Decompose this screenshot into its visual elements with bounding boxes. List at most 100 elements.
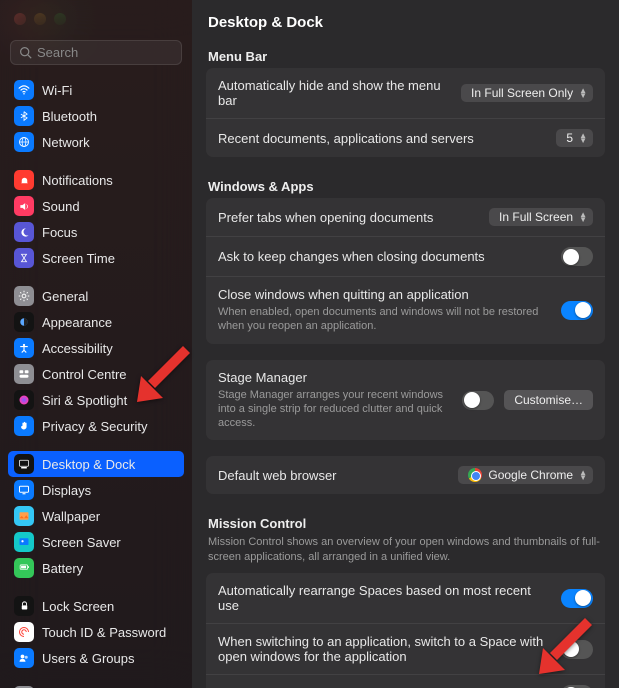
sidebar-item-privacy-security[interactable]: Privacy & Security: [8, 413, 184, 439]
mission-control-desc: Mission Control shows an overview of you…: [206, 535, 605, 573]
wallpaper-icon: [14, 506, 34, 526]
stage-manager-desc: Stage Manager arranges your recent windo…: [218, 388, 452, 431]
panel-mission-control: Automatically rearrange Spaces based on …: [206, 573, 605, 688]
chevron-updown-icon: ▲▼: [579, 212, 587, 222]
appearance-icon: [14, 312, 34, 332]
chevron-updown-icon: ▲▼: [579, 88, 587, 98]
sidebar-item-sound[interactable]: Sound: [8, 193, 184, 219]
sidebar-item-label: Control Centre: [42, 367, 127, 382]
auto-hide-menubar-popup[interactable]: In Full Screen Only ▲▼: [461, 84, 593, 102]
sidebar-item-label: Privacy & Security: [42, 419, 147, 434]
sidebar-item-label: Accessibility: [42, 341, 113, 356]
auto-rearrange-spaces-label: Automatically rearrange Spaces based on …: [218, 583, 551, 613]
sidebar-item-label: Bluetooth: [42, 109, 97, 124]
panel-windows-apps: Prefer tabs when opening documents In Fu…: [206, 198, 605, 344]
siri-icon: [14, 390, 34, 410]
sidebar-item-label: Wallpaper: [42, 509, 100, 524]
page-title: Desktop & Dock: [206, 0, 605, 43]
hand-icon: [14, 416, 34, 436]
close-windows-quit-label: Close windows when quitting an applicati…: [218, 287, 551, 302]
sidebar-item-label: Displays: [42, 483, 91, 498]
sidebar-item-label: Screen Time: [42, 251, 115, 266]
prefer-tabs-label: Prefer tabs when opening documents: [218, 210, 479, 225]
bt-icon: [14, 106, 34, 126]
sidebar-item-general[interactable]: General: [8, 283, 184, 309]
sidebar-item-notifications[interactable]: Notifications: [8, 167, 184, 193]
sidebar-item-label: Network: [42, 135, 90, 150]
sidebar-item-focus[interactable]: Focus: [8, 219, 184, 245]
sidebar-item-screen-time[interactable]: Screen Time: [8, 245, 184, 271]
section-windows-apps: Windows & Apps: [206, 173, 605, 198]
search-icon: [19, 46, 32, 59]
search-input[interactable]: Search: [10, 40, 182, 65]
sidebar-item-label: Screen Saver: [42, 535, 121, 550]
sidebar-item-screen-saver[interactable]: Screen Saver: [8, 529, 184, 555]
chevron-updown-icon: ▲▼: [579, 133, 587, 143]
content-pane: Desktop & Dock Menu Bar Automatically hi…: [192, 0, 619, 688]
access-icon: [14, 338, 34, 358]
sidebar-item-appearance[interactable]: Appearance: [8, 309, 184, 335]
section-menu-bar: Menu Bar: [206, 43, 605, 68]
wifi-icon: [14, 80, 34, 100]
stage-manager-label: Stage Manager: [218, 370, 452, 385]
sidebar-item-label: Notifications: [42, 173, 113, 188]
sidebar-item-label: Lock Screen: [42, 599, 114, 614]
sidebar-item-battery[interactable]: Battery: [8, 555, 184, 581]
sidebar-item-passwords[interactable]: Passwords: [8, 683, 184, 688]
search-placeholder: Search: [37, 45, 78, 60]
touch-icon: [14, 622, 34, 642]
recent-items-label: Recent documents, applications and serve…: [218, 131, 546, 146]
section-mission-control: Mission Control: [206, 510, 605, 535]
panel-default-browser: Default web browser Google Chrome ▲▼: [206, 456, 605, 494]
sidebar-item-desktop-dock[interactable]: Desktop & Dock: [8, 451, 184, 477]
close-windows-quit-desc: When enabled, open documents and windows…: [218, 305, 551, 334]
cc-icon: [14, 364, 34, 384]
sidebar-item-lock-screen[interactable]: Lock Screen: [8, 593, 184, 619]
sidebar-item-label: Desktop & Dock: [42, 457, 135, 472]
moon-icon: [14, 222, 34, 242]
bell-icon: [14, 170, 34, 190]
switch-to-space-switch[interactable]: [561, 640, 593, 659]
sidebar-item-label: Sound: [42, 199, 80, 214]
ask-keep-changes-label: Ask to keep changes when closing documen…: [218, 249, 551, 264]
default-browser-popup[interactable]: Google Chrome ▲▼: [458, 466, 593, 484]
stage-manager-switch[interactable]: [462, 391, 494, 410]
ask-keep-changes-switch[interactable]: [561, 247, 593, 266]
sidebar-item-wallpaper[interactable]: Wallpaper: [8, 503, 184, 529]
sidebar-item-label: General: [42, 289, 88, 304]
sidebar-item-label: Siri & Spotlight: [42, 393, 127, 408]
auto-rearrange-spaces-switch[interactable]: [561, 589, 593, 608]
prefer-tabs-popup[interactable]: In Full Screen ▲▼: [489, 208, 593, 226]
sidebar-item-displays[interactable]: Displays: [8, 477, 184, 503]
switch-to-space-label: When switching to an application, switch…: [218, 634, 551, 664]
sidebar-item-bluetooth[interactable]: Bluetooth: [8, 103, 184, 129]
sidebar-item-touch-id-password[interactable]: Touch ID & Password: [8, 619, 184, 645]
gear-icon: [14, 286, 34, 306]
sidebar-item-label: Users & Groups: [42, 651, 134, 666]
close-windows-quit-switch[interactable]: [561, 301, 593, 320]
sidebar-item-accessibility[interactable]: Accessibility: [8, 335, 184, 361]
chrome-icon: [468, 468, 482, 482]
battery-icon: [14, 558, 34, 578]
users-icon: [14, 648, 34, 668]
chevron-updown-icon: ▲▼: [579, 470, 587, 480]
sidebar: Search Wi-Fi Bluetooth Network Notification…: [0, 0, 192, 688]
speaker-icon: [14, 196, 34, 216]
customise-stage-button[interactable]: Customise…: [504, 390, 593, 410]
sidebar-item-label: Wi-Fi: [42, 83, 72, 98]
sidebar-item-users-groups[interactable]: Users & Groups: [8, 645, 184, 671]
sidebar-item-siri-spotlight[interactable]: Siri & Spotlight: [8, 387, 184, 413]
hourglass-icon: [14, 248, 34, 268]
sidebar-item-label: Battery: [42, 561, 83, 576]
panel-stage-manager: Stage Manager Stage Manager arranges you…: [206, 360, 605, 441]
sidebar-item-network[interactable]: Network: [8, 129, 184, 155]
sidebar-item-wi-fi[interactable]: Wi-Fi: [8, 77, 184, 103]
sidebar-item-control-centre[interactable]: Control Centre: [8, 361, 184, 387]
lock-icon: [14, 596, 34, 616]
sidebar-item-label: Focus: [42, 225, 77, 240]
recent-items-popup[interactable]: 5 ▲▼: [556, 129, 593, 147]
panel-menu-bar: Automatically hide and show the menu bar…: [206, 68, 605, 157]
display-icon: [14, 480, 34, 500]
sidebar-item-label: Touch ID & Password: [42, 625, 166, 640]
sidebar-item-label: Appearance: [42, 315, 112, 330]
